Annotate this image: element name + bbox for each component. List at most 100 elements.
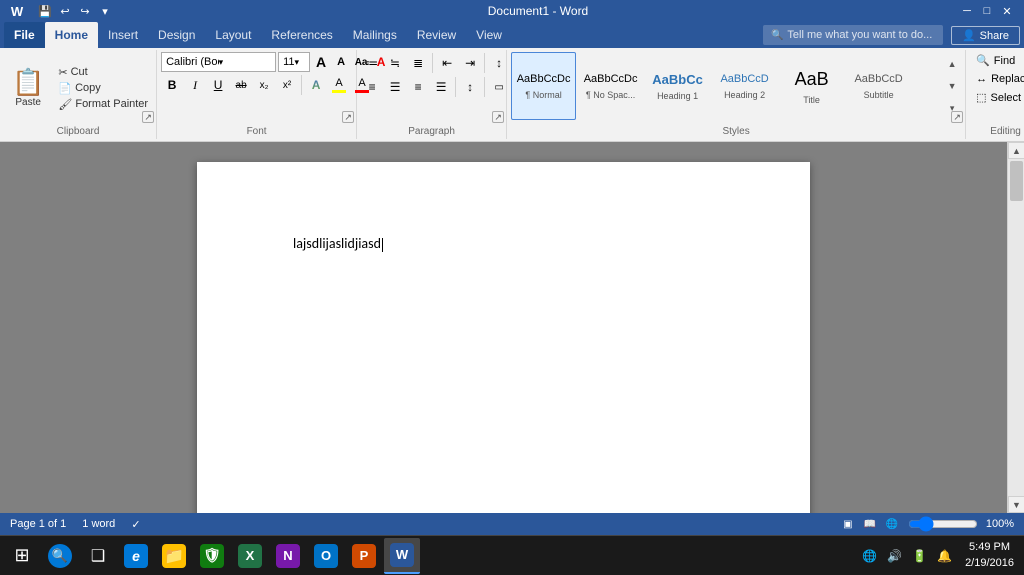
styles-scroll-up-btn[interactable]: ▲ bbox=[945, 54, 959, 74]
bullets-btn[interactable]: ≔ bbox=[361, 52, 383, 74]
para-group-label[interactable]: Paragraph bbox=[361, 124, 502, 137]
tab-layout[interactable]: Layout bbox=[205, 22, 261, 48]
style-title[interactable]: AaB Title bbox=[779, 52, 844, 120]
word-taskbar-btn[interactable]: W bbox=[384, 538, 420, 574]
paste-button[interactable]: 📋 Paste bbox=[4, 67, 52, 110]
subscript-btn[interactable]: x₂ bbox=[253, 74, 275, 96]
tab-file[interactable]: File bbox=[4, 22, 45, 48]
start-button[interactable]: ⊞ bbox=[4, 538, 40, 574]
font-name-selector[interactable]: Calibri (Body) ▾ bbox=[161, 52, 276, 72]
font-size-selector[interactable]: 11 ▾ bbox=[278, 52, 310, 72]
tab-design[interactable]: Design bbox=[148, 22, 205, 48]
scroll-down-arrow[interactable]: ▼ bbox=[1008, 496, 1024, 513]
tray-network-icon[interactable]: 🌐 bbox=[859, 547, 880, 565]
italic-btn[interactable]: I bbox=[184, 74, 206, 96]
scroll-up-arrow[interactable]: ▲ bbox=[1008, 142, 1024, 159]
font-expand-btn[interactable]: ↗ bbox=[342, 111, 354, 123]
close-btn[interactable]: ✕ bbox=[998, 2, 1016, 20]
tray-battery-icon[interactable]: 🔋 bbox=[909, 547, 930, 565]
proofing-status[interactable]: ✓ bbox=[129, 518, 142, 531]
align-left-btn[interactable]: ≡ bbox=[361, 76, 383, 98]
superscript-btn[interactable]: x² bbox=[276, 74, 298, 96]
numbering-btn[interactable]: ≒ bbox=[384, 52, 406, 74]
font-name-dropdown-icon: ▾ bbox=[219, 57, 272, 68]
page-indicator[interactable]: Page 1 of 1 bbox=[8, 518, 68, 530]
tab-review[interactable]: Review bbox=[407, 22, 466, 48]
find-button[interactable]: 🔍 Find ▾ bbox=[970, 52, 1024, 69]
task-view-btn[interactable]: ❑ bbox=[80, 538, 116, 574]
scroll-track[interactable] bbox=[1008, 159, 1024, 496]
redo-quick-btn[interactable]: ↪ bbox=[76, 2, 94, 20]
quick-access-dropdown[interactable]: ▾ bbox=[96, 2, 114, 20]
maximize-btn[interactable]: □ bbox=[978, 2, 996, 20]
font-shrink-btn[interactable]: A bbox=[332, 53, 350, 71]
clipboard-group: 📋 Paste ✂ Cut 📄 Copy 🖌 Format Painter Cl… bbox=[0, 50, 157, 139]
system-clock[interactable]: 5:49 PM 2/19/2016 bbox=[959, 538, 1020, 573]
tab-insert[interactable]: Insert bbox=[98, 22, 148, 48]
tab-view[interactable]: View bbox=[466, 22, 512, 48]
tab-mailings[interactable]: Mailings bbox=[343, 22, 407, 48]
document-scroll-area[interactable]: lajsdlijaslidjiasd bbox=[0, 142, 1007, 513]
web-layout-btn[interactable]: 🌐 bbox=[882, 516, 902, 532]
strikethrough-btn[interactable]: ab bbox=[230, 74, 252, 96]
clipboard-expand-btn[interactable]: ↗ bbox=[142, 111, 154, 123]
vertical-scrollbar[interactable]: ▲ ▼ bbox=[1007, 142, 1024, 513]
decrease-indent-btn[interactable]: ⇤ bbox=[436, 52, 458, 74]
para-expand-btn[interactable]: ↗ bbox=[492, 111, 504, 123]
save-quick-btn[interactable]: 💾 bbox=[36, 2, 54, 20]
para-sep3 bbox=[455, 77, 456, 97]
tray-sound-icon[interactable]: 🔊 bbox=[884, 547, 905, 565]
select-button[interactable]: ⬚ Select = ▾ bbox=[970, 89, 1024, 106]
text-highlight-btn[interactable]: A bbox=[328, 74, 350, 96]
increase-indent-btn[interactable]: ⇥ bbox=[459, 52, 481, 74]
tab-references[interactable]: References bbox=[261, 22, 342, 48]
print-layout-btn[interactable]: ▣ bbox=[838, 516, 858, 532]
undo-quick-btn[interactable]: ↩ bbox=[56, 2, 74, 20]
zoom-slider[interactable] bbox=[908, 518, 978, 530]
excel-btn[interactable]: X bbox=[232, 538, 268, 574]
style-no-spacing[interactable]: AaBbCcDc ¶ No Spac... bbox=[578, 52, 643, 120]
editing-group-label[interactable]: Editing bbox=[970, 124, 1024, 137]
defender-btn[interactable]: 🛡 bbox=[194, 538, 230, 574]
font-grow-btn[interactable]: A bbox=[312, 53, 330, 71]
zoom-percent[interactable]: 100% bbox=[984, 518, 1016, 530]
ribbon-search[interactable]: 🔍 Tell me what you want to do... bbox=[763, 25, 943, 45]
text-effects-btn[interactable]: A bbox=[305, 74, 327, 96]
styles-expand-btn[interactable]: ↗ bbox=[951, 111, 963, 123]
tab-home[interactable]: Home bbox=[45, 22, 98, 48]
align-center-btn[interactable]: ☰ bbox=[384, 76, 406, 98]
file-explorer-btn[interactable]: 📁 bbox=[156, 538, 192, 574]
copy-button[interactable]: 📄 Copy bbox=[54, 81, 152, 96]
justify-btn[interactable]: ☰ bbox=[430, 76, 452, 98]
style-normal[interactable]: AaBbCcDc ¶ Normal bbox=[511, 52, 576, 120]
line-spacing-btn[interactable]: ↕ bbox=[459, 76, 481, 98]
cut-button[interactable]: ✂ Cut bbox=[54, 65, 152, 80]
align-right-btn[interactable]: ≡ bbox=[407, 76, 429, 98]
word-count[interactable]: 1 word bbox=[80, 518, 117, 530]
document-content[interactable]: lajsdlijaslidjiasd bbox=[293, 234, 714, 254]
styles-scroll-down-btn[interactable]: ▼ bbox=[945, 76, 959, 96]
outlook-btn[interactable]: O bbox=[308, 538, 344, 574]
powerpoint-btn[interactable]: P bbox=[346, 538, 382, 574]
style-subtle-em[interactable]: AaBbCcD Subtle Em... bbox=[511, 122, 576, 124]
search-taskbar-btn[interactable]: 🔍 bbox=[42, 538, 78, 574]
font-group-label[interactable]: Font bbox=[161, 124, 352, 137]
style-heading2[interactable]: AaBbCcD Heading 2 bbox=[712, 52, 777, 120]
read-mode-btn[interactable]: 📖 bbox=[860, 516, 880, 532]
replace-button[interactable]: ↔ Replace bbox=[970, 71, 1024, 87]
share-button[interactable]: 👤 Share bbox=[951, 26, 1020, 45]
style-subtitle[interactable]: AaBbCcD Subtitle bbox=[846, 52, 911, 120]
styles-group-label[interactable]: Styles bbox=[511, 124, 961, 137]
format-painter-button[interactable]: 🖌 Format Painter bbox=[54, 97, 152, 112]
tray-notifications-icon[interactable]: 🔔 bbox=[934, 547, 955, 565]
style-emphasis[interactable]: AaBbCcD Emphasis bbox=[578, 122, 643, 124]
style-heading1[interactable]: AaBbCc Heading 1 bbox=[645, 52, 710, 120]
clipboard-group-label[interactable]: Clipboard bbox=[4, 124, 152, 137]
onenote-btn[interactable]: N bbox=[270, 538, 306, 574]
scroll-thumb[interactable] bbox=[1010, 161, 1023, 201]
multilevel-btn[interactable]: ≣ bbox=[407, 52, 429, 74]
underline-btn[interactable]: U bbox=[207, 74, 229, 96]
bold-btn[interactable]: B bbox=[161, 74, 183, 96]
edge-btn[interactable]: e bbox=[118, 538, 154, 574]
minimize-btn[interactable]: ─ bbox=[958, 2, 976, 20]
